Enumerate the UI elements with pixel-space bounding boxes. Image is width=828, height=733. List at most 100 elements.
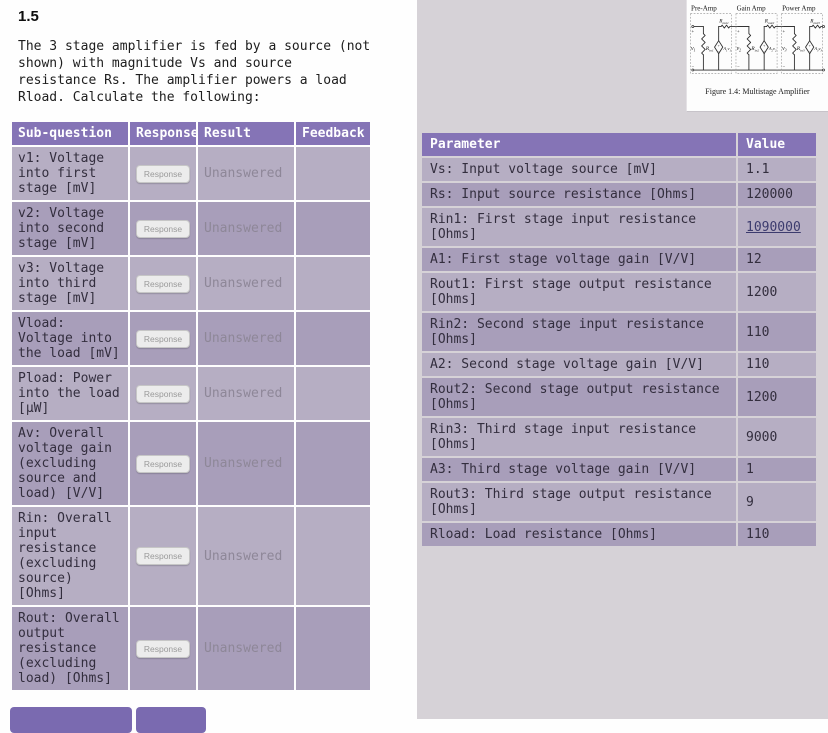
param-row: Rin2: Second stage input resistance [Ohm… bbox=[422, 313, 816, 351]
param-row: Rout2: Second stage output resistance [O… bbox=[422, 378, 816, 416]
param-row: A1: First stage voltage gain [V/V] 12 bbox=[422, 248, 816, 271]
action-button-secondary[interactable] bbox=[136, 707, 206, 733]
feedback-cell bbox=[296, 507, 370, 605]
result-status: Unanswered bbox=[204, 331, 283, 346]
param-value-link[interactable]: 1090000 bbox=[746, 220, 801, 235]
param-value: 110 bbox=[738, 523, 816, 546]
param-name: Rin2: Second stage input resistance [Ohm… bbox=[422, 313, 736, 351]
param-value: 110 bbox=[738, 353, 816, 376]
param-row: Rs: Input source resistance [Ohms] 120000 bbox=[422, 183, 816, 206]
svg-text:+: + bbox=[808, 44, 810, 48]
sub-question-label: v3: Voltage into third stage [mV] bbox=[12, 257, 128, 310]
result-cell: Unanswered bbox=[198, 257, 294, 310]
sub-questions-table: Sub-question Response Result Feedback v1… bbox=[10, 120, 372, 692]
action-button-primary[interactable] bbox=[10, 707, 132, 733]
header-sub-question: Sub-question bbox=[12, 122, 128, 145]
param-value: 12 bbox=[738, 248, 816, 271]
circuit-figure: Pre-Amp + − + − v1 Rin1 A1v1 Rout1 Gain Amp + − + − v2… bbox=[686, 0, 828, 112]
svg-text:A3v3: A3v3 bbox=[813, 46, 822, 52]
response-button[interactable]: Response bbox=[136, 639, 190, 658]
svg-text:v2: v2 bbox=[736, 46, 741, 52]
response-button[interactable]: Response bbox=[136, 547, 190, 565]
param-name: A3: Third stage voltage gain [V/V] bbox=[422, 458, 736, 481]
svg-text:Power Amp: Power Amp bbox=[782, 5, 816, 13]
feedback-cell bbox=[296, 147, 370, 200]
feedback-cell bbox=[296, 367, 370, 420]
param-name: A1: First stage voltage gain [V/V] bbox=[422, 248, 736, 271]
param-row: Rin1: First stage input resistance [Ohms… bbox=[422, 208, 816, 246]
response-cell: Response bbox=[130, 367, 196, 420]
response-button[interactable]: Response bbox=[136, 384, 190, 403]
sub-question-label: v2: Voltage into second stage [mV] bbox=[12, 202, 128, 255]
feedback-cell bbox=[296, 312, 370, 365]
result-cell: Unanswered bbox=[198, 607, 294, 690]
svg-text:−: − bbox=[763, 49, 765, 53]
param-value: 120000 bbox=[738, 183, 816, 206]
response-button[interactable]: Response bbox=[136, 164, 190, 183]
param-row: Rout1: First stage output resistance [Oh… bbox=[422, 273, 816, 311]
result-status: Unanswered bbox=[204, 221, 283, 236]
feedback-cell bbox=[296, 202, 370, 255]
multistage-amplifier-diagram: Pre-Amp+−+−v1 Rin1 A1v1Rout1Gain Amp+−+−v2… bbox=[689, 5, 825, 74]
result-cell: Unanswered bbox=[198, 367, 294, 420]
header-result: Result bbox=[198, 122, 294, 145]
svg-text:A2v2: A2v2 bbox=[767, 46, 776, 52]
svg-text:Rin2: Rin2 bbox=[750, 46, 759, 52]
result-status: Unanswered bbox=[204, 386, 283, 401]
param-header-value: Value bbox=[738, 133, 816, 156]
param-value: 1090000 bbox=[738, 208, 816, 246]
result-status: Unanswered bbox=[204, 166, 283, 181]
sub-question-label: Vload: Voltage into the load [mV] bbox=[12, 312, 128, 365]
svg-text:Rin1: Rin1 bbox=[704, 46, 713, 52]
response-button[interactable]: Response bbox=[136, 219, 190, 238]
response-button[interactable]: Response bbox=[136, 274, 190, 293]
response-cell: Response bbox=[130, 147, 196, 200]
feedback-cell bbox=[296, 422, 370, 505]
feedback-cell bbox=[296, 607, 370, 690]
sub-question-label: Pload: Power into the load [μW] bbox=[12, 367, 128, 420]
param-name: Rout1: First stage output resistance [Oh… bbox=[422, 273, 736, 311]
right-panel: Pre-Amp + − + − v1 Rin1 A1v1 Rout1 Gain Amp + − + − v2… bbox=[417, 0, 828, 719]
table-row: v1: Voltage into first stage [mV] Respon… bbox=[12, 147, 370, 200]
sub-question-label: Av: Overall voltage gain (excluding sour… bbox=[12, 422, 128, 505]
sub-question-label: Rin: Overall input resistance (excluding… bbox=[12, 507, 128, 605]
param-name: Rout2: Second stage output resistance [O… bbox=[422, 378, 736, 416]
svg-text:+: + bbox=[717, 44, 719, 48]
header-response: Response bbox=[130, 122, 196, 145]
param-name: Vs: Input voltage source [mV] bbox=[422, 158, 736, 181]
param-value: 9000 bbox=[738, 418, 816, 456]
result-cell: Unanswered bbox=[198, 202, 294, 255]
param-name: Rs: Input source resistance [Ohms] bbox=[422, 183, 736, 206]
param-value: 1200 bbox=[738, 378, 816, 416]
table-row: Rin: Overall input resistance (excluding… bbox=[12, 507, 370, 605]
table-row: Av: Overall voltage gain (excluding sour… bbox=[12, 422, 370, 505]
param-row: Rload: Load resistance [Ohms] 110 bbox=[422, 523, 816, 546]
response-cell: Response bbox=[130, 422, 196, 505]
param-row: Vs: Input voltage source [mV] 1.1 bbox=[422, 158, 816, 181]
svg-text:+: + bbox=[782, 30, 785, 35]
svg-text:A1v1: A1v1 bbox=[722, 46, 731, 52]
sub-question-label: v1: Voltage into first stage [mV] bbox=[12, 147, 128, 200]
param-row: Rin3: Third stage input resistance [Ohms… bbox=[422, 418, 816, 456]
param-row: A3: Third stage voltage gain [V/V] 1 bbox=[422, 458, 816, 481]
response-button[interactable]: Response bbox=[136, 454, 190, 473]
response-cell: Response bbox=[130, 202, 196, 255]
response-button[interactable]: Response bbox=[136, 329, 190, 348]
table-row: Vload: Voltage into the load [mV] Respon… bbox=[12, 312, 370, 365]
figure-caption: Figure 1.4: Multistage Amplifier bbox=[705, 87, 810, 96]
svg-text:Pre-Amp: Pre-Amp bbox=[691, 5, 717, 13]
response-cell: Response bbox=[130, 257, 196, 310]
result-cell: Unanswered bbox=[198, 147, 294, 200]
response-cell: Response bbox=[130, 607, 196, 690]
parameters-table: Parameter Value Vs: Input voltage source… bbox=[420, 131, 818, 548]
result-status: Unanswered bbox=[204, 548, 283, 564]
param-header-parameter: Parameter bbox=[422, 133, 736, 156]
param-row: Rout3: Third stage output resistance [Oh… bbox=[422, 483, 816, 521]
questions-header-row: Sub-question Response Result Feedback bbox=[12, 122, 370, 145]
table-row: Pload: Power into the load [μW] Response… bbox=[12, 367, 370, 420]
param-row: A2: Second stage voltage gain [V/V] 110 bbox=[422, 353, 816, 376]
response-cell: Response bbox=[130, 312, 196, 365]
result-cell: Unanswered bbox=[198, 312, 294, 365]
param-name: Rin1: First stage input resistance [Ohms… bbox=[422, 208, 736, 246]
svg-text:+: + bbox=[736, 30, 739, 35]
